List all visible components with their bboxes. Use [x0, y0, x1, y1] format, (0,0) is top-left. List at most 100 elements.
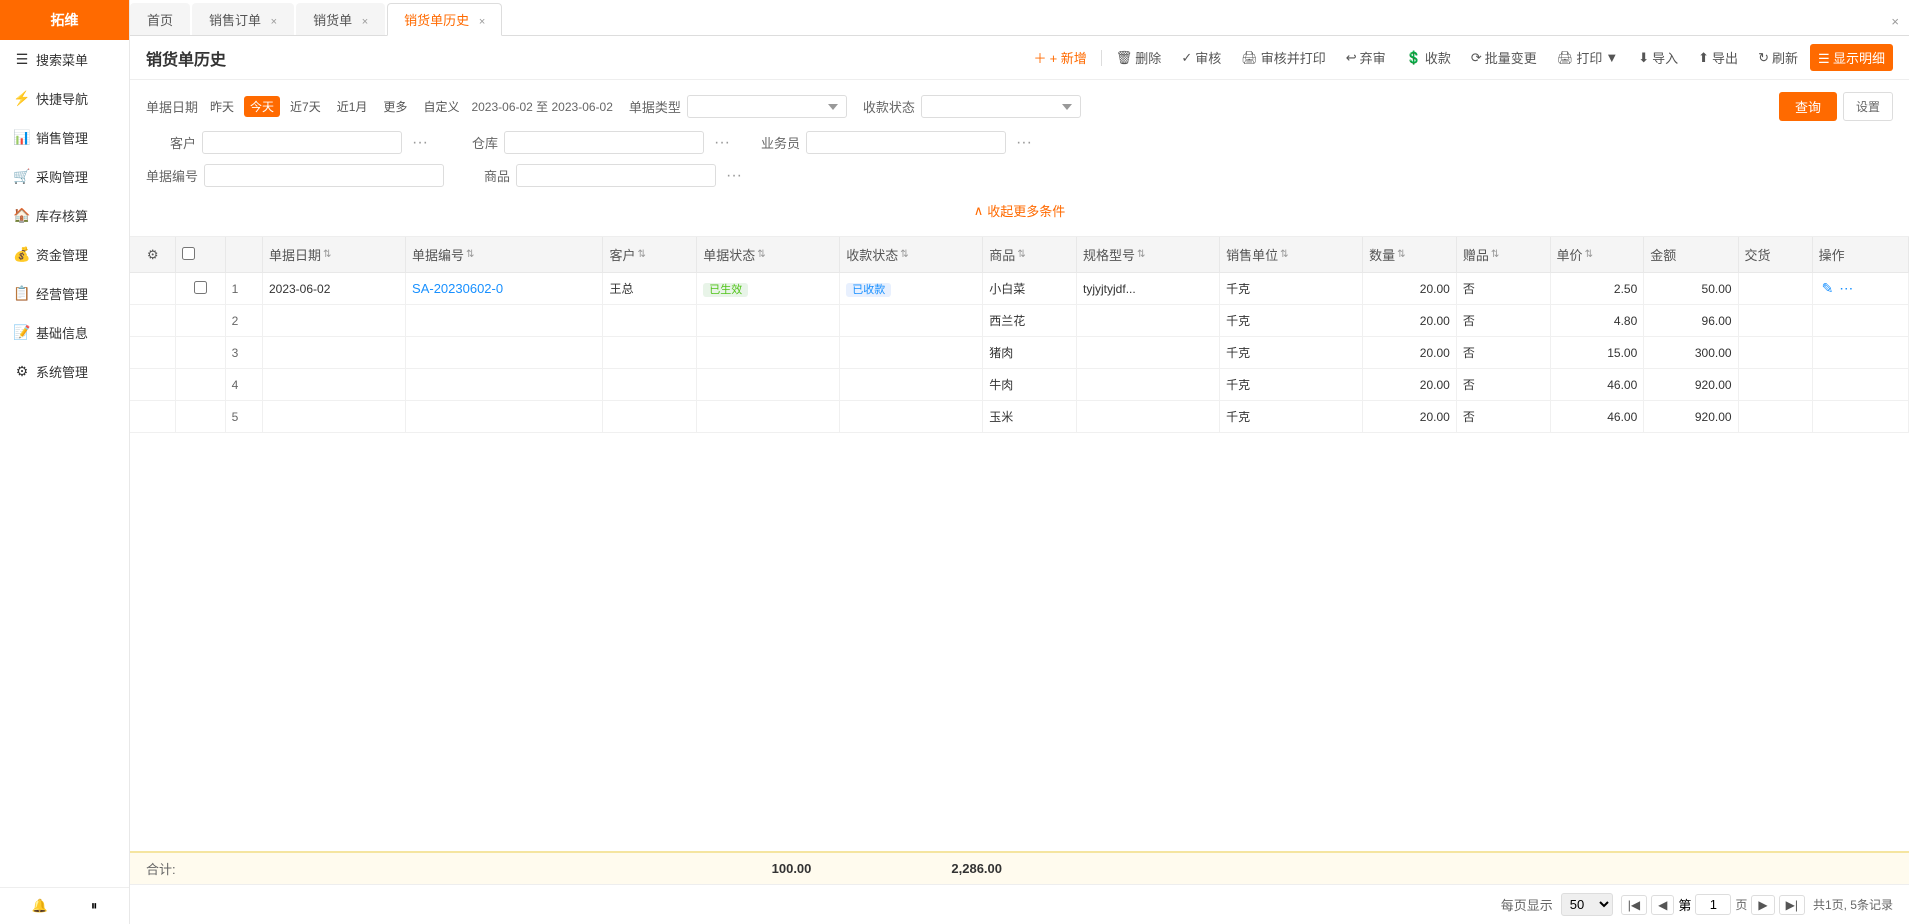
salesperson-input[interactable] — [806, 131, 1006, 154]
sidebar-item-sales-mgmt[interactable]: 📊 销售管理 — [0, 118, 129, 157]
tab-sales-history[interactable]: 销货单历史 × — [387, 3, 502, 36]
page-number-input[interactable] — [1695, 894, 1731, 915]
warehouse-input[interactable] — [504, 131, 704, 154]
td-action: ✎⋯ — [1812, 273, 1908, 305]
td-customer — [603, 369, 697, 401]
sidebar-item-search-menu[interactable]: ☰ 搜索菜单 — [0, 40, 129, 79]
export-button[interactable]: ⬆ 导出 — [1690, 44, 1746, 71]
edit-action-icon[interactable]: ✎ — [1822, 280, 1834, 296]
sidebar-item-inventory[interactable]: 🏠 库存核算 — [0, 196, 129, 235]
th-customer[interactable]: 客户⇅ — [603, 237, 697, 273]
td-spec — [1077, 305, 1220, 337]
doc-no-input[interactable] — [204, 164, 444, 187]
print-icon: 🖨 — [1557, 50, 1574, 66]
pause-icon[interactable]: ⏸ — [91, 898, 98, 914]
sidebar-item-label: 经营管理 — [36, 284, 88, 303]
shortcut-yesterday[interactable]: 昨天 — [204, 96, 240, 117]
warehouse-picker-icon[interactable]: ··· — [710, 134, 734, 152]
sidebar-item-basic-info[interactable]: 📝 基础信息 — [0, 313, 129, 352]
delete-button[interactable]: 🗑 删除 — [1108, 44, 1170, 71]
sidebar-item-purchase-mgmt[interactable]: 🛒 采购管理 — [0, 157, 129, 196]
audit-print-button[interactable]: 🖨 审核并打印 — [1233, 44, 1334, 71]
shortcut-1month[interactable]: 近1月 — [331, 96, 374, 117]
th-amount: 金额 — [1644, 237, 1738, 273]
table-area: ⚙ 单据日期⇅ 单据编号⇅ 客户⇅ 单据状态⇅ 收款状态⇅ 商品⇅ 规格型号⇅ … — [130, 237, 1909, 851]
tab-sales-order[interactable]: 销售订单 × — [192, 3, 294, 35]
display-detail-button[interactable]: ☰ 显示明细 — [1810, 44, 1893, 71]
goods-input[interactable] — [516, 164, 716, 187]
th-unit-price[interactable]: 单价⇅ — [1550, 237, 1644, 273]
td-spec — [1077, 369, 1220, 401]
th-goods[interactable]: 商品⇅ — [983, 237, 1077, 273]
new-button[interactable]: ＋ + 新增 — [1026, 44, 1095, 71]
filter-doc-type: 单据类型 — [629, 95, 847, 118]
import-button[interactable]: ⬇ 导入 — [1630, 44, 1686, 71]
select-all-checkbox[interactable] — [182, 247, 195, 260]
td-checkbox — [176, 305, 225, 337]
page-first-button[interactable]: |◀ — [1621, 895, 1647, 915]
refresh-button[interactable]: ↻ 刷新 — [1750, 44, 1806, 71]
divider — [1101, 50, 1102, 66]
tab-home[interactable]: 首页 — [130, 3, 190, 35]
sidebar-item-finance[interactable]: 💰 资金管理 — [0, 235, 129, 274]
tab-close-sales-delivery[interactable]: × — [362, 16, 368, 28]
collect-icon: 💲 — [1406, 50, 1422, 66]
set-button[interactable]: 设置 — [1843, 92, 1893, 121]
td-gift: 否 — [1456, 305, 1550, 337]
page-size-select[interactable]: 50 100 200 — [1561, 893, 1613, 916]
abandon-button[interactable]: ↩ 弃审 — [1338, 44, 1394, 71]
salesperson-picker-icon[interactable]: ··· — [1012, 134, 1036, 152]
settings-icon[interactable]: ⚙ — [147, 247, 159, 263]
tab-close-sales-history[interactable]: × — [479, 16, 485, 28]
shortcut-custom[interactable]: 自定义 — [417, 96, 465, 117]
sidebar-item-label: 采购管理 — [36, 167, 88, 186]
th-gift[interactable]: 赠品⇅ — [1456, 237, 1550, 273]
th-doc-status[interactable]: 单据状态⇅ — [697, 237, 840, 273]
refresh-icon: ↻ — [1758, 50, 1769, 66]
total-qty: 100.00 — [772, 861, 812, 876]
sidebar-logo: 拓维 — [0, 0, 129, 40]
query-button[interactable]: 查询 — [1779, 92, 1837, 121]
doc-no-link[interactable]: SA-20230602-0 — [412, 281, 503, 296]
notification-icon[interactable]: 🔔 — [32, 898, 48, 914]
customer-input[interactable] — [202, 131, 402, 154]
row-checkbox[interactable] — [194, 281, 207, 294]
th-collect-status[interactable]: 收款状态⇅ — [840, 237, 983, 273]
page-prev-button[interactable]: ◀ — [1651, 895, 1674, 915]
tab-sales-delivery[interactable]: 销货单 × — [296, 3, 385, 35]
sidebar-item-quick-nav[interactable]: ⚡ 快捷导航 — [0, 79, 129, 118]
shortcut-today[interactable]: 今天 — [244, 96, 280, 117]
collect-button[interactable]: 💲 收款 — [1398, 44, 1459, 71]
shortcut-7days[interactable]: 近7天 — [284, 96, 327, 117]
th-doc-no[interactable]: 单据编号⇅ — [406, 237, 603, 273]
collapse-button[interactable]: ∧ 收起更多条件 — [146, 197, 1893, 224]
batch-change-button[interactable]: ⟳ 批量变更 — [1463, 44, 1545, 71]
td-gift: 否 — [1456, 337, 1550, 369]
page-last-button[interactable]: ▶| — [1779, 895, 1805, 915]
doc-type-select[interactable] — [687, 95, 847, 118]
td-doc-status — [697, 337, 840, 369]
system-icon: ⚙ — [14, 364, 30, 380]
th-doc-date[interactable]: 单据日期⇅ — [262, 237, 405, 273]
goods-picker-icon[interactable]: ··· — [722, 167, 746, 185]
collect-status-select[interactable] — [921, 95, 1081, 118]
page-next-button[interactable]: ▶ — [1751, 895, 1774, 915]
tab-close-sales-order[interactable]: × — [271, 16, 277, 28]
th-settings[interactable]: ⚙ — [130, 237, 176, 273]
print-button[interactable]: 🖨 打印 ▼ — [1549, 44, 1626, 71]
close-all-tabs[interactable]: × — [1881, 8, 1909, 35]
td-doc-status — [697, 369, 840, 401]
filter-row-3: 单据编号 商品 ··· — [146, 164, 1893, 187]
audit-button[interactable]: ✓ 审核 — [1173, 44, 1229, 71]
th-spec[interactable]: 规格型号⇅ — [1077, 237, 1220, 273]
filter-goods: 商品 ··· — [460, 164, 746, 187]
customer-picker-icon[interactable]: ··· — [408, 134, 432, 152]
th-qty[interactable]: 数量⇅ — [1363, 237, 1457, 273]
shortcut-more[interactable]: 更多 — [377, 96, 413, 117]
sidebar-item-operation[interactable]: 📋 经营管理 — [0, 274, 129, 313]
more-action-icon[interactable]: ⋯ — [1839, 280, 1853, 296]
sidebar-item-system-mgmt[interactable]: ⚙ 系统管理 — [0, 352, 129, 391]
td-settings — [130, 273, 176, 305]
th-unit[interactable]: 销售单位⇅ — [1220, 237, 1363, 273]
tab-bar: 首页 销售订单 × 销货单 × 销货单历史 × × — [130, 0, 1909, 36]
